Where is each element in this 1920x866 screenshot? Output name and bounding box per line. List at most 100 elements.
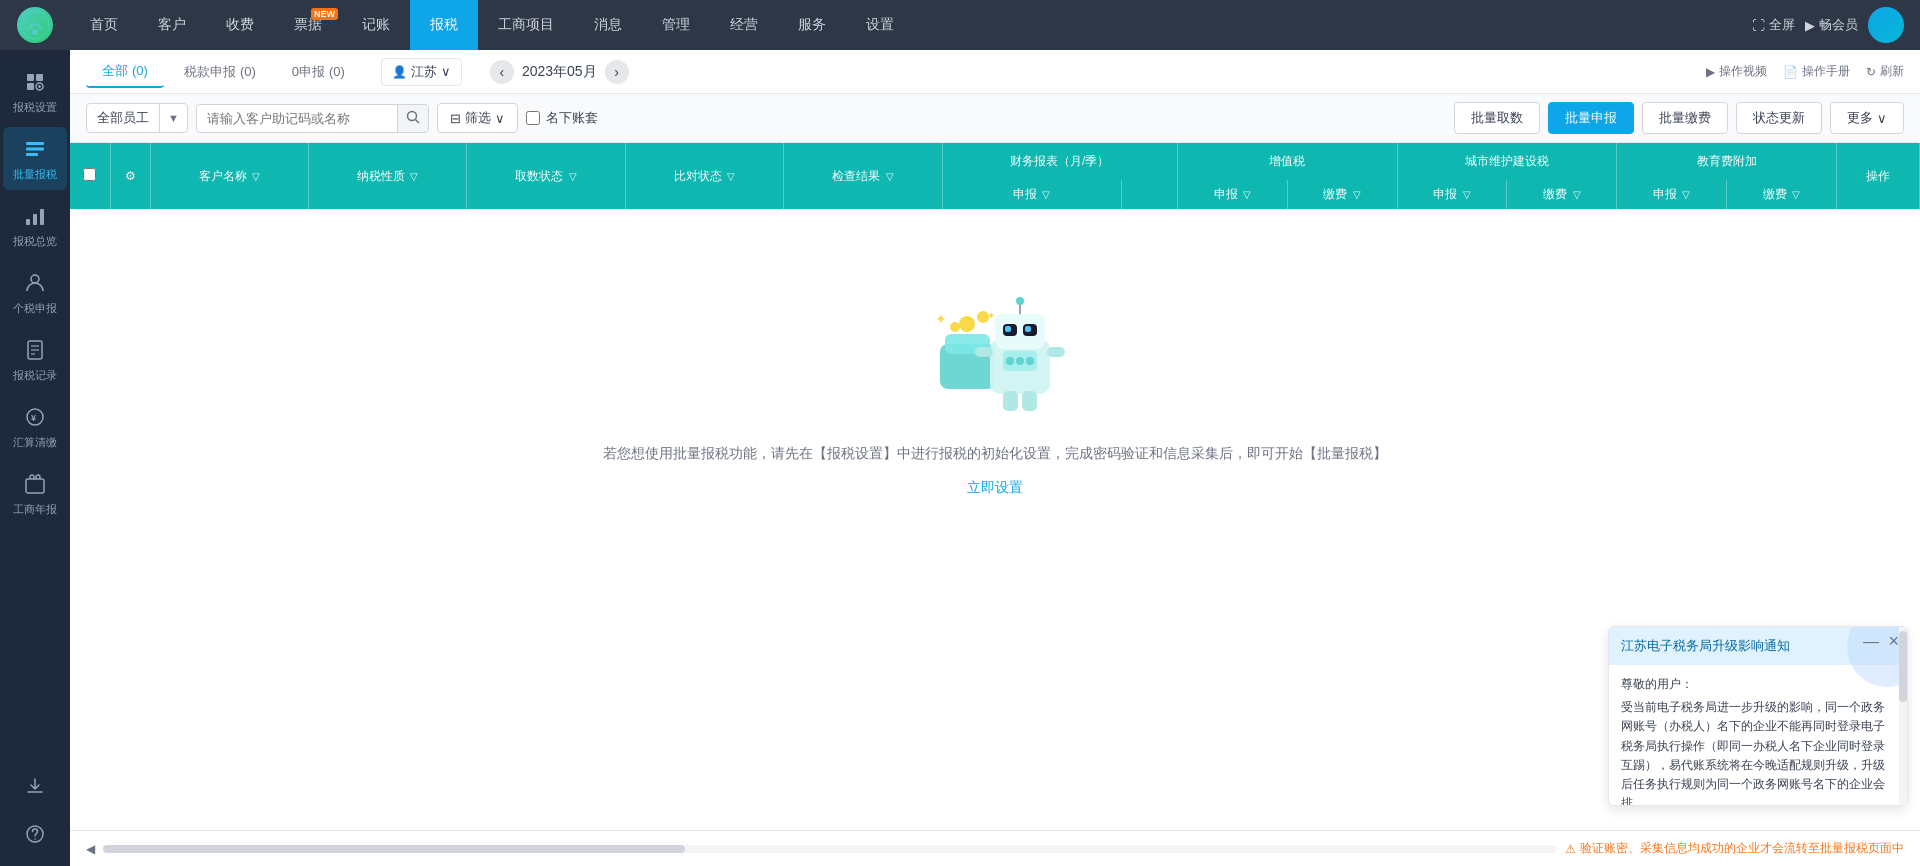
- top-nav-right: ⛶ 全屏 ▶ 畅会员: [1752, 7, 1920, 43]
- sidebar-item-tax-records[interactable]: 报税记录: [3, 328, 67, 391]
- tab-bar: 全部 (0) 税款申报 (0) 0申报 (0) 👤 江苏 ∨ ‹ 2023年05…: [70, 50, 1920, 94]
- th-customer-name: 客户名称 ▽: [150, 143, 308, 209]
- batch-pay-button[interactable]: 批量缴费: [1642, 102, 1728, 134]
- tab-tax-declare[interactable]: 税款申报 (0): [168, 57, 272, 87]
- th-vat-declare: 申报 ▽: [1177, 180, 1287, 209]
- personal-tax-icon: [21, 269, 49, 297]
- svg-point-28: [959, 316, 975, 332]
- table-header-row: ⚙ 客户名称 ▽ 纳税性质 ▽ 取数状态 ▽ 比对状态 ▽ 检查结果 ▽ 财务报…: [70, 143, 1920, 180]
- th-check-result: 检查结果 ▽: [784, 143, 942, 209]
- nav-item-message[interactable]: 消息: [574, 0, 642, 50]
- tax-nature-filter-icon[interactable]: ▽: [410, 171, 418, 182]
- customer-name-filter-icon[interactable]: ▽: [252, 171, 260, 182]
- svg-text:✦: ✦: [987, 310, 995, 321]
- compare-status-filter-icon[interactable]: ▽: [727, 171, 735, 182]
- book-icon: 📄: [1783, 65, 1798, 79]
- scroll-left-btn[interactable]: ◀: [86, 842, 95, 856]
- sidebar-item-help[interactable]: [3, 812, 67, 856]
- sidebar-label-tax-overview: 报税总览: [13, 234, 57, 249]
- sidebar-label-settlement: 汇算清缴: [13, 435, 57, 450]
- prev-month-button[interactable]: ‹: [490, 60, 514, 84]
- sidebar-item-tax-overview[interactable]: 报税总览: [3, 194, 67, 257]
- notif-greeting: 尊敬的用户：: [1621, 675, 1895, 694]
- filter-icon: ⊟: [450, 111, 461, 126]
- toolbar: 全部员工 ▼ ⊟ 筛选 ∨ 名下账套: [70, 94, 1920, 143]
- th-city-pay: 缴费 ▽: [1507, 180, 1617, 209]
- account-set-checkbox-label[interactable]: 名下账套: [526, 109, 598, 127]
- employee-select-arrow[interactable]: ▼: [160, 107, 187, 129]
- horizontal-scrollbar[interactable]: [103, 845, 1557, 853]
- logo[interactable]: [10, 0, 60, 50]
- region-select[interactable]: 👤 江苏 ∨: [381, 58, 462, 86]
- nav-item-management[interactable]: 管理: [642, 0, 710, 50]
- svg-point-48: [1026, 357, 1034, 365]
- account-set-checkbox[interactable]: [526, 111, 540, 125]
- tab-all[interactable]: 全部 (0): [86, 56, 164, 88]
- search-input[interactable]: [197, 106, 397, 131]
- sidebar-item-batch-tax[interactable]: 批量报税: [3, 127, 67, 190]
- svg-rect-11: [26, 219, 30, 225]
- avatar[interactable]: [1868, 7, 1904, 43]
- nav-item-fee[interactable]: 收费: [206, 0, 274, 50]
- nav-item-service[interactable]: 服务: [778, 0, 846, 50]
- svg-rect-13: [40, 209, 44, 225]
- svg-rect-38: [1025, 326, 1031, 332]
- filter-button[interactable]: ⊟ 筛选 ∨: [437, 103, 518, 133]
- settings-icon[interactable]: ⚙: [125, 169, 136, 183]
- next-month-button[interactable]: ›: [605, 60, 629, 84]
- more-button[interactable]: 更多 ∨: [1830, 102, 1904, 134]
- refresh-button[interactable]: ↻ 刷新: [1866, 63, 1904, 80]
- employee-select-label: 全部员工: [87, 104, 160, 132]
- select-all-checkbox[interactable]: [83, 168, 96, 181]
- search-box: [196, 104, 429, 133]
- notif-minimize-button[interactable]: —: [1863, 633, 1879, 651]
- annual-report-icon: [21, 470, 49, 498]
- svg-rect-4: [27, 83, 34, 90]
- svg-rect-42: [1047, 347, 1065, 357]
- status-update-button[interactable]: 状态更新: [1736, 102, 1822, 134]
- th-city-maintenance: 城市维护建设税: [1397, 143, 1617, 180]
- svg-rect-10: [26, 153, 38, 156]
- svg-rect-41: [975, 347, 993, 357]
- operation-video-button[interactable]: ▶ 操作视频: [1706, 63, 1767, 80]
- notif-close-button[interactable]: ×: [1888, 631, 1899, 652]
- nav-item-operation[interactable]: 经营: [710, 0, 778, 50]
- nav-item-tax[interactable]: 报税: [410, 0, 478, 50]
- operation-manual-button[interactable]: 📄 操作手册: [1783, 63, 1850, 80]
- th-checkbox: [70, 143, 110, 209]
- svg-rect-21: [26, 479, 44, 493]
- nav-item-accounting[interactable]: 记账: [342, 0, 410, 50]
- batch-fetch-button[interactable]: 批量取数: [1454, 102, 1540, 134]
- th-edu-declare: 申报 ▽: [1617, 180, 1727, 209]
- th-financial-report: 财务报表（月/季）: [942, 143, 1177, 180]
- sidebar-label-batch-tax: 批量报税: [13, 167, 57, 182]
- notif-scrollbar[interactable]: [1899, 627, 1907, 805]
- check-result-filter-icon[interactable]: ▽: [886, 171, 894, 182]
- sidebar-item-personal-tax[interactable]: 个税申报: [3, 261, 67, 324]
- setup-link[interactable]: 立即设置: [967, 479, 1023, 497]
- member-button[interactable]: ▶ 畅会员: [1805, 16, 1858, 34]
- fullscreen-button[interactable]: ⛶ 全屏: [1752, 16, 1795, 34]
- nav-item-home[interactable]: 首页: [70, 0, 138, 50]
- batch-tax-icon: [21, 135, 49, 163]
- member-icon: ▶: [1805, 18, 1815, 33]
- tab-zero-declare[interactable]: 0申报 (0): [276, 57, 361, 87]
- batch-declare-button[interactable]: 批量申报: [1548, 102, 1634, 134]
- search-button[interactable]: [397, 105, 428, 132]
- nav-item-customer[interactable]: 客户: [138, 0, 206, 50]
- sidebar-item-settlement[interactable]: ¥ 汇算清缴: [3, 395, 67, 458]
- nav-item-commerce[interactable]: 工商项目: [478, 0, 574, 50]
- svg-point-14: [31, 275, 39, 283]
- th-edu-pay: 缴费 ▽: [1727, 180, 1837, 209]
- sidebar-item-tax-settings[interactable]: 报税设置: [3, 60, 67, 123]
- sidebar-item-download[interactable]: [3, 764, 67, 808]
- nav-item-invoice[interactable]: 票据 NEW: [274, 0, 342, 50]
- nav-item-settings[interactable]: 设置: [846, 0, 914, 50]
- th-education-surcharge: 教育费附加: [1617, 143, 1837, 180]
- notif-content: 受当前电子税务局进一步升级的影响，同一个政务网账号（办税人）名下的企业不能再同时…: [1621, 698, 1895, 805]
- th-vat-pay: 缴费 ▽: [1287, 180, 1397, 209]
- fetch-status-filter-icon[interactable]: ▽: [569, 171, 577, 182]
- svg-text:✦: ✦: [935, 311, 947, 327]
- sidebar-item-annual-report[interactable]: 工商年报: [3, 462, 67, 525]
- more-chevron-icon: ∨: [1877, 111, 1887, 126]
